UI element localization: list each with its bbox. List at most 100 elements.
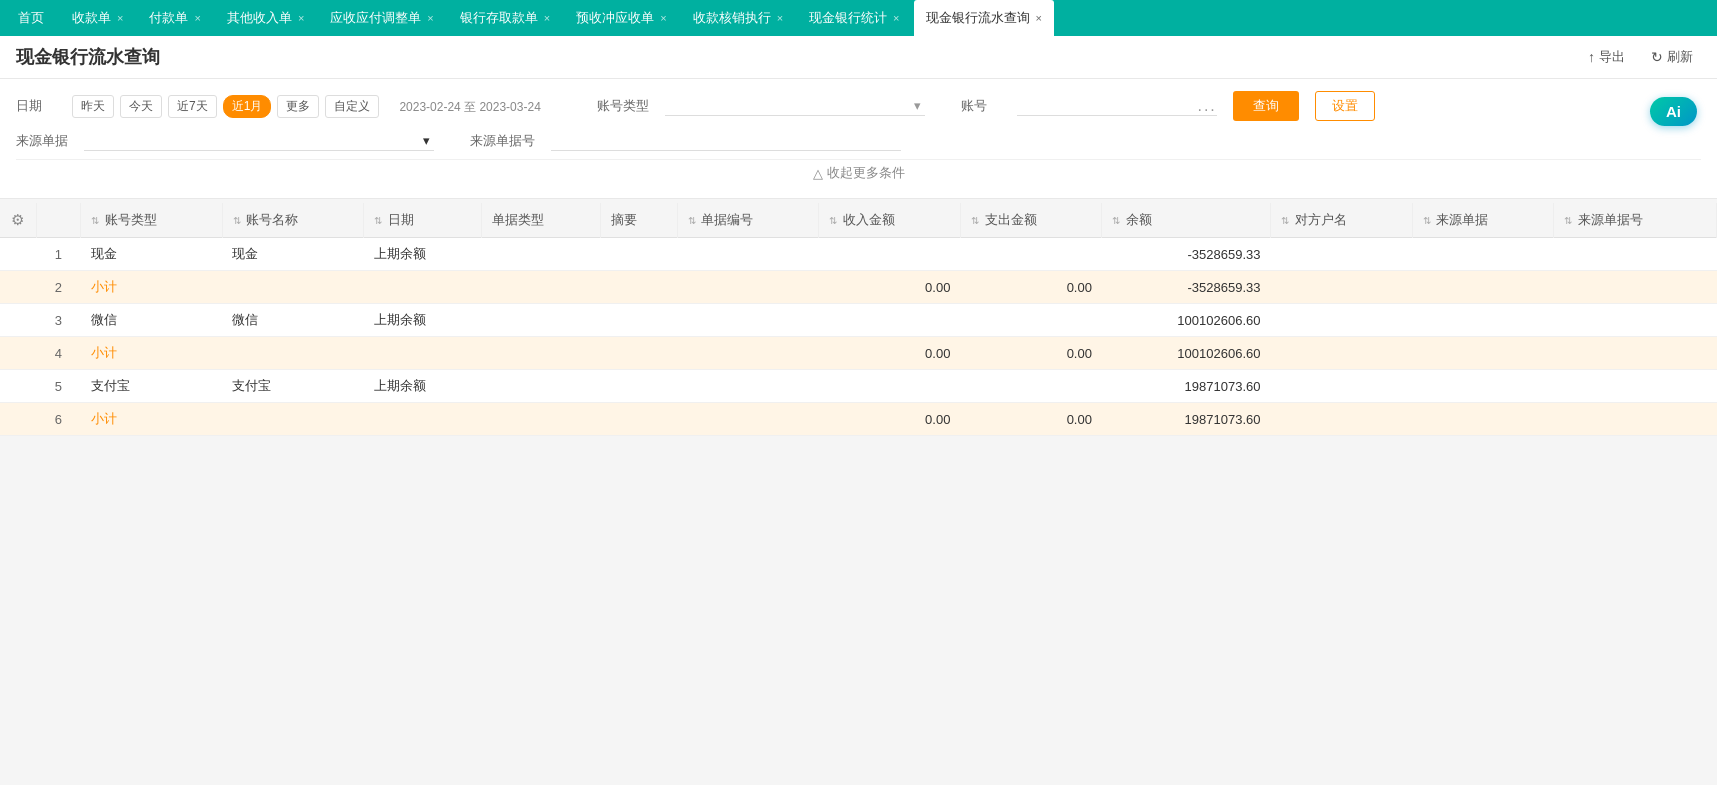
table-cell (1412, 271, 1554, 304)
close-icon[interactable]: × (777, 12, 783, 24)
table-header-row: ⚙ ⇅ 账号类型 ⇅ 账号名称 ⇅ 日期 单据类型 (0, 203, 1717, 238)
table-cell (601, 271, 678, 304)
table-cell: 上期余额 (364, 304, 482, 337)
refresh-icon: ↻ (1651, 49, 1663, 65)
table-cell: 100102606.60 (1102, 337, 1271, 370)
query-button[interactable]: 查询 (1233, 91, 1299, 121)
close-icon[interactable]: × (544, 12, 550, 24)
table-cell (1554, 370, 1717, 403)
table-cell: 现金 (222, 238, 364, 271)
table-cell: 4 (36, 337, 81, 370)
table-cell (677, 403, 819, 436)
col-header-expense[interactable]: ⇅ 支出金额 (960, 203, 1102, 238)
table-cell (960, 238, 1102, 271)
table-cell (677, 304, 819, 337)
close-icon[interactable]: × (893, 12, 899, 24)
table-cell: 0.00 (960, 403, 1102, 436)
table-cell (819, 370, 961, 403)
table-cell (677, 238, 819, 271)
page-title: 现金银行流水查询 (16, 45, 160, 69)
table-cell: -3528659.33 (1102, 271, 1271, 304)
sort-icon: ⇅ (1281, 215, 1289, 226)
table-container: ⚙ ⇅ 账号类型 ⇅ 账号名称 ⇅ 日期 单据类型 (0, 203, 1717, 436)
table-cell: 6 (36, 403, 81, 436)
col-header-counterpart[interactable]: ⇅ 对方户名 (1271, 203, 1413, 238)
nav-tab-4[interactable]: 银行存取款单 × (448, 0, 562, 36)
close-icon[interactable]: × (660, 12, 666, 24)
table-cell (1412, 403, 1554, 436)
nav-tab-1[interactable]: 付款单 × (137, 0, 212, 36)
table-cell (0, 337, 36, 370)
col-header-source-doc-no[interactable]: ⇅ 来源单据号 (1554, 203, 1717, 238)
table-row: 4小计0.000.00100102606.60 (0, 337, 1717, 370)
col-header-account-name[interactable]: ⇅ 账号名称 (222, 203, 364, 238)
nav-tab-2[interactable]: 其他收入单 × (215, 0, 316, 36)
close-icon[interactable]: × (194, 12, 200, 24)
nav-home[interactable]: 首页 (4, 0, 58, 36)
table-cell: 0.00 (960, 271, 1102, 304)
nav-tab-7[interactable]: 现金银行统计 × (797, 0, 911, 36)
table-cell (222, 271, 364, 304)
close-icon[interactable]: × (117, 12, 123, 24)
col-header-account-type[interactable]: ⇅ 账号类型 (81, 203, 223, 238)
date-btn-yesterday[interactable]: 昨天 (72, 95, 114, 118)
account-type-select[interactable]: ▾ (665, 96, 925, 116)
table-row: 2小计0.000.00-3528659.33 (0, 271, 1717, 304)
table-cell: 现金 (81, 238, 223, 271)
table-cell: 19871073.60 (1102, 403, 1271, 436)
export-button[interactable]: ↑ 导出 (1580, 44, 1633, 70)
nav-tab-3[interactable]: 应收应付调整单 × (318, 0, 445, 36)
table-cell: 支付宝 (81, 370, 223, 403)
table-cell (481, 304, 600, 337)
table-cell (0, 370, 36, 403)
ai-button[interactable]: Ai (1650, 97, 1697, 126)
date-btn-custom[interactable]: 自定义 (325, 95, 379, 118)
table-cell (677, 271, 819, 304)
table-cell: 微信 (81, 304, 223, 337)
table-cell (1554, 337, 1717, 370)
col-header-source-doc[interactable]: ⇅ 来源单据 (1412, 203, 1554, 238)
col-header-doc-no[interactable]: ⇅ 单据编号 (677, 203, 819, 238)
account-label: 账号 (961, 97, 1001, 115)
table-cell (481, 337, 600, 370)
table-cell (1271, 370, 1413, 403)
nav-tab-5[interactable]: 预收冲应收单 × (564, 0, 678, 36)
table-cell (1412, 370, 1554, 403)
table-cell (222, 337, 364, 370)
settings-col-header[interactable]: ⚙ (0, 203, 36, 238)
source-doc-select[interactable]: ▾ (84, 131, 434, 151)
date-range: 2023-02-24 至 2023-03-24 (399, 99, 540, 116)
col-header-date[interactable]: ⇅ 日期 (364, 203, 482, 238)
table-cell (1271, 337, 1413, 370)
col-header-income[interactable]: ⇅ 收入金额 (819, 203, 961, 238)
col-header-num (36, 203, 81, 238)
nav-tab-8[interactable]: 现金银行流水查询 × (914, 0, 1054, 36)
nav-tab-0[interactable]: 收款单 × (60, 0, 135, 36)
collapse-button[interactable]: △ 收起更多条件 (16, 159, 1701, 186)
date-btn-7days[interactable]: 近7天 (168, 95, 217, 118)
source-doc-no-input[interactable] (551, 131, 901, 151)
date-btn-more[interactable]: 更多 (277, 95, 319, 118)
table-cell (601, 370, 678, 403)
close-icon[interactable]: × (427, 12, 433, 24)
col-header-balance[interactable]: ⇅ 余额 (1102, 203, 1271, 238)
table-cell (960, 370, 1102, 403)
dropdown-arrow-icon: ▾ (914, 98, 921, 113)
close-icon[interactable]: × (1036, 12, 1042, 24)
close-icon[interactable]: × (298, 12, 304, 24)
date-btn-today[interactable]: 今天 (120, 95, 162, 118)
table-cell (1412, 304, 1554, 337)
setting-button[interactable]: 设置 (1315, 91, 1375, 121)
account-more-button[interactable]: ... (1197, 97, 1216, 115)
sort-icon: ⇅ (374, 215, 382, 226)
table-cell (1271, 238, 1413, 271)
date-btn-1month[interactable]: 近1月 (223, 95, 272, 118)
gear-icon[interactable]: ⚙ (11, 211, 24, 228)
refresh-button[interactable]: ↻ 刷新 (1643, 44, 1701, 70)
page-header: 现金银行流水查询 ↑ 导出 ↻ 刷新 (0, 36, 1717, 79)
data-table: ⚙ ⇅ 账号类型 ⇅ 账号名称 ⇅ 日期 单据类型 (0, 203, 1717, 436)
table-cell: 上期余额 (364, 238, 482, 271)
nav-tab-6[interactable]: 收款核销执行 × (681, 0, 795, 36)
date-options: 昨天 今天 近7天 近1月 更多 自定义 (72, 95, 379, 118)
table-cell (0, 304, 36, 337)
